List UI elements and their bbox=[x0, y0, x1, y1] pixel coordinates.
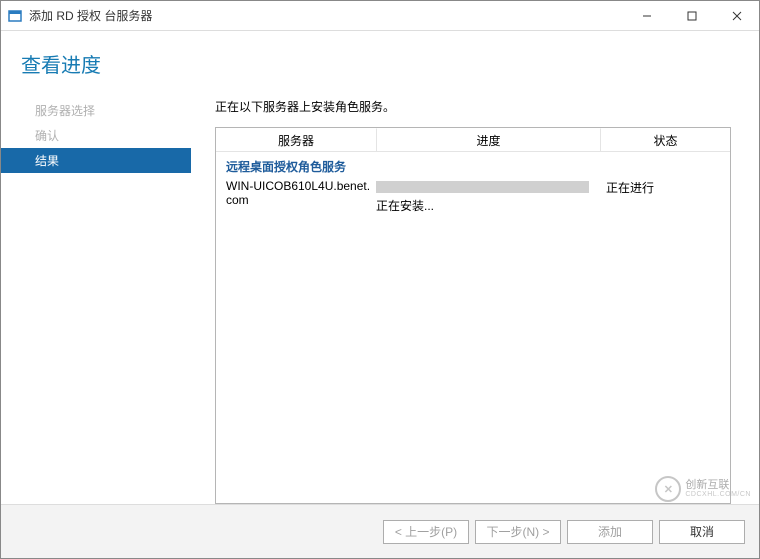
titlebar: 添加 RD 授权 台服务器 bbox=[1, 1, 759, 31]
prev-button: < 上一步(P) bbox=[383, 520, 469, 544]
col-header-status: 状态 bbox=[600, 128, 730, 152]
col-header-server: 服务器 bbox=[216, 128, 376, 152]
sidebar: 服务器选择 确认 结果 bbox=[1, 90, 191, 504]
main-content: 正在以下服务器上安装角色服务。 服务器 进度 状态 远程桌面授权角色服务 WIN… bbox=[191, 90, 759, 504]
progress-text: 正在安装... bbox=[376, 197, 600, 214]
add-button: 添加 bbox=[567, 520, 653, 544]
sidebar-item-server-select: 服务器选择 bbox=[1, 98, 191, 123]
minimize-button[interactable] bbox=[624, 1, 669, 30]
body: 服务器选择 确认 结果 正在以下服务器上安装角色服务。 服务器 进度 状态 远程… bbox=[1, 90, 759, 504]
header: 查看进度 bbox=[1, 31, 759, 90]
sidebar-item-confirm: 确认 bbox=[1, 123, 191, 148]
next-button: 下一步(N) > bbox=[475, 520, 561, 544]
cell-server: WIN-UICOB610L4U.benet.com bbox=[226, 179, 376, 207]
page-title: 查看进度 bbox=[21, 49, 759, 78]
info-text: 正在以下服务器上安装角色服务。 bbox=[215, 98, 731, 115]
cancel-button[interactable]: 取消 bbox=[659, 520, 745, 544]
footer: < 上一步(P) 下一步(N) > 添加 取消 bbox=[1, 504, 759, 558]
window-controls bbox=[624, 1, 759, 30]
col-header-progress: 进度 bbox=[376, 128, 600, 152]
group-title: 远程桌面授权角色服务 bbox=[216, 152, 730, 179]
maximize-button[interactable] bbox=[669, 1, 714, 30]
close-button[interactable] bbox=[714, 1, 759, 30]
table-header: 服务器 进度 状态 bbox=[216, 128, 730, 152]
app-icon bbox=[7, 8, 23, 24]
progress-bar bbox=[376, 181, 589, 193]
cell-status: 正在进行 bbox=[600, 179, 720, 196]
wizard-window: 添加 RD 授权 台服务器 查看进度 服务器选择 确认 结果 正在以下服务器上安… bbox=[0, 0, 760, 559]
window-title: 添加 RD 授权 台服务器 bbox=[29, 7, 624, 24]
sidebar-item-results[interactable]: 结果 bbox=[1, 148, 191, 173]
cell-progress: 正在安装... bbox=[376, 179, 600, 214]
progress-panel: 服务器 进度 状态 远程桌面授权角色服务 WIN-UICOB610L4U.ben… bbox=[215, 127, 731, 504]
table-row: WIN-UICOB610L4U.benet.com 正在安装... 正在进行 bbox=[216, 179, 730, 214]
